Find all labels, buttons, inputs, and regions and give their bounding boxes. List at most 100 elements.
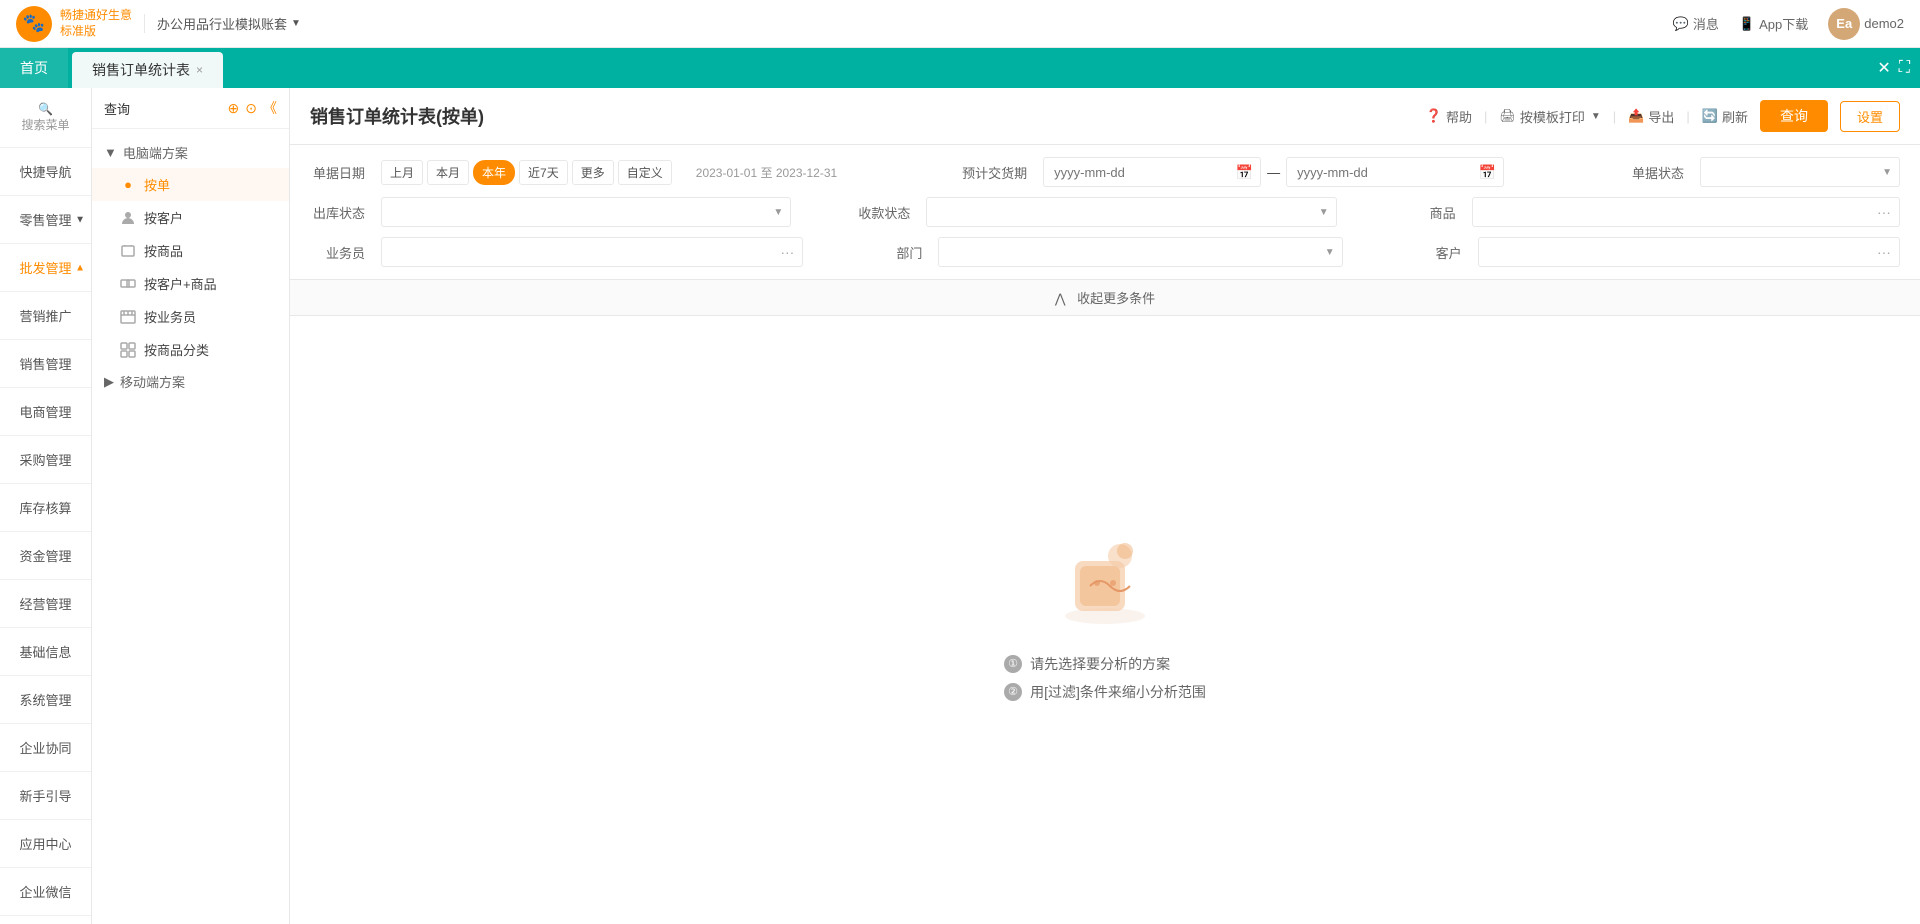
refresh-button[interactable]: 🔄 刷新 <box>1702 107 1748 126</box>
chevron-down-icon: ▼ <box>104 145 117 160</box>
customer-goods-icon <box>120 276 136 292</box>
sidebar-item-system[interactable]: 系统管理 <box>0 676 91 724</box>
sidebar-item-basic-info[interactable]: 基础信息 <box>0 628 91 676</box>
customer-icon <box>120 210 136 226</box>
date-btn-group: 上月 本月 本年 近7天 更多 自定义 <box>381 160 672 185</box>
settings-scheme-icon[interactable]: ⊙ <box>245 100 257 117</box>
main-layout: 🔍 搜索菜单 快捷导航 零售管理 ▼ 批发管理 ▲ 营销推广 销售管理 电商管理… <box>0 88 1920 924</box>
export-icon: 📤 <box>1628 108 1644 124</box>
tip-item-2: ② 用[过滤]条件来缩小分析范围 <box>1004 682 1206 702</box>
chevron-right-icon: ▶ <box>104 374 114 390</box>
collapse-bar[interactable]: ⋀ 收起更多条件 <box>290 280 1920 316</box>
date-to-input[interactable] <box>1286 157 1504 187</box>
date-btn-this-year[interactable]: 本年 <box>473 160 515 185</box>
user-area[interactable]: Ea demo2 <box>1828 8 1904 40</box>
scheme-group-pc[interactable]: ▼ 电脑端方案 <box>92 137 289 168</box>
message-icon: 💬 <box>1673 16 1689 32</box>
scheme-list: ▼ 电脑端方案 ● 按单 按客户 按商品 <box>92 129 289 405</box>
settings-button[interactable]: 设置 <box>1840 101 1900 132</box>
template-print-button[interactable]: 🖨 按模板打印 ▼ <box>1499 107 1600 126</box>
sidebar-item-enterprise[interactable]: 企业协同 <box>0 724 91 772</box>
sidebar-item-quicknav[interactable]: 快捷导航 <box>0 148 91 196</box>
goods-label: 商品 <box>1401 203 1456 222</box>
scheme-item-by-customer-goods[interactable]: 按客户+商品 <box>92 267 289 300</box>
search-icon: 🔍 <box>8 102 83 116</box>
chevron-down-icon: ▼ <box>1591 111 1601 122</box>
topbar: 🐾 畅捷通好生意 标准版 办公用品行业模拟账套 ▼ 💬 消息 📱 App下载 E… <box>0 0 1920 48</box>
window-close-button[interactable]: ✕ <box>1877 58 1890 78</box>
department-select[interactable] <box>938 237 1342 267</box>
sidebar-item-ecommerce[interactable]: 电商管理 <box>0 388 91 436</box>
date-btn-more[interactable]: 更多 <box>572 160 614 185</box>
scheme-item-by-bill[interactable]: ● 按单 <box>92 168 289 201</box>
salesperson-select-icon[interactable]: ··· <box>780 244 794 260</box>
date-btn-last-month[interactable]: 上月 <box>381 160 423 185</box>
goods-select-icon[interactable]: ··· <box>1877 204 1891 220</box>
query-button[interactable]: 查询 <box>1760 100 1828 132</box>
sidebar-item-sales[interactable]: 销售管理 <box>0 340 91 388</box>
scheme-panel: 查询 ⊕ ⊙ 《 ▼ 电脑端方案 ● 按单 按客户 <box>92 88 290 924</box>
sidebar-item-purchase[interactable]: 采购管理 <box>0 436 91 484</box>
customer-select-icon[interactable]: ··· <box>1877 244 1891 260</box>
expected-date-group: 📅 — 📅 <box>1043 157 1504 187</box>
empty-illustration <box>1045 531 1165 634</box>
delivery-status-select[interactable] <box>381 197 791 227</box>
date-from-wrapper: 📅 <box>1043 157 1261 187</box>
payment-status-label: 收款状态 <box>855 203 910 222</box>
add-scheme-icon[interactable]: ⊕ <box>228 100 240 117</box>
window-maximize-button[interactable]: ⛶ <box>1899 59 1910 77</box>
goods-category-icon <box>120 342 136 358</box>
scheme-item-by-salesperson[interactable]: 按业务员 <box>92 300 289 333</box>
message-button[interactable]: 💬 消息 <box>1673 14 1719 33</box>
help-button[interactable]: ❓ 帮助 <box>1426 107 1472 126</box>
content-area: 查询 ⊕ ⊙ 《 ▼ 电脑端方案 ● 按单 按客户 <box>92 88 1920 924</box>
date-to-wrapper: 📅 <box>1286 157 1504 187</box>
date-btn-this-month[interactable]: 本月 <box>427 160 469 185</box>
collapse-scheme-icon[interactable]: 《 <box>263 98 277 118</box>
sidebar-item-appstore[interactable]: 应用中心 <box>0 820 91 868</box>
sidebar-item-search[interactable]: 🔍 搜索菜单 <box>0 88 91 148</box>
bill-status-select[interactable] <box>1700 157 1900 187</box>
sidebar-item-inventory[interactable]: 库存核算 <box>0 484 91 532</box>
date-btn-custom[interactable]: 自定义 <box>618 160 672 185</box>
tab-active[interactable]: 销售订单统计表 × <box>72 52 223 88</box>
filter-row-2: 出库状态 ▼ 收款状态 ▼ <box>310 197 1900 227</box>
scheme-item-by-goods-category[interactable]: 按商品分类 <box>92 333 289 366</box>
topbar-left: 🐾 畅捷通好生意 标准版 办公用品行业模拟账套 ▼ <box>16 6 301 42</box>
chevron-down-icon: ▼ <box>291 18 301 29</box>
sidebar-item-retail[interactable]: 零售管理 ▼ <box>0 196 91 244</box>
filter-row-3: 业务员 ··· 部门 ▼ 客户 <box>310 237 1900 267</box>
scheme-group-mobile[interactable]: ▶ 移动端方案 <box>92 366 289 397</box>
export-button[interactable]: 📤 导出 <box>1628 107 1674 126</box>
salesperson-label: 业务员 <box>310 243 365 262</box>
bill-status-select-wrapper: ▼ <box>1700 157 1900 187</box>
app-download-button[interactable]: 📱 App下载 <box>1739 14 1808 33</box>
sidebar-item-wholesale[interactable]: 批发管理 ▲ <box>0 244 91 292</box>
refresh-icon: 🔄 <box>1702 108 1718 124</box>
payment-status-select[interactable] <box>926 197 1336 227</box>
app-selector[interactable]: 办公用品行业模拟账套 ▼ <box>144 14 301 33</box>
empty-tips: ① 请先选择要分析的方案 ② 用[过滤]条件来缩小分析范围 <box>1004 654 1206 710</box>
avatar: Ea <box>1828 8 1860 40</box>
sidebar-item-newbie[interactable]: 新手引导 <box>0 772 91 820</box>
tab-home[interactable]: 首页 <box>0 48 68 88</box>
sidebar-item-finance[interactable]: 资金管理 <box>0 532 91 580</box>
scheme-item-by-goods[interactable]: 按商品 <box>92 234 289 267</box>
sidebar-item-member[interactable]: 畅会员 <box>0 916 91 924</box>
sidebar-item-management[interactable]: 经营管理 <box>0 580 91 628</box>
download-icon: 📱 <box>1739 16 1755 32</box>
sidebar-item-marketing[interactable]: 营销推广 <box>0 292 91 340</box>
circle-icon: ● <box>120 177 136 193</box>
customer-label: 客户 <box>1407 243 1462 262</box>
expand-icon: ▲ <box>75 262 85 273</box>
date-btn-7days[interactable]: 近7天 <box>519 160 568 185</box>
tab-close-button[interactable]: × <box>196 63 203 77</box>
goods-icon <box>120 243 136 259</box>
tip-num-1: ① <box>1004 655 1022 673</box>
filter-area: 单据日期 上月 本月 本年 近7天 更多 自定义 2023-01-01 至 20… <box>290 145 1920 280</box>
scheme-item-by-customer[interactable]: 按客户 <box>92 201 289 234</box>
logo-text: 畅捷通好生意 标准版 <box>60 8 132 39</box>
tabbar: 首页 销售订单统计表 × ✕ ⛶ <box>0 48 1920 88</box>
sidebar-item-wechat[interactable]: 企业微信 <box>0 868 91 916</box>
date-from-input[interactable] <box>1043 157 1261 187</box>
